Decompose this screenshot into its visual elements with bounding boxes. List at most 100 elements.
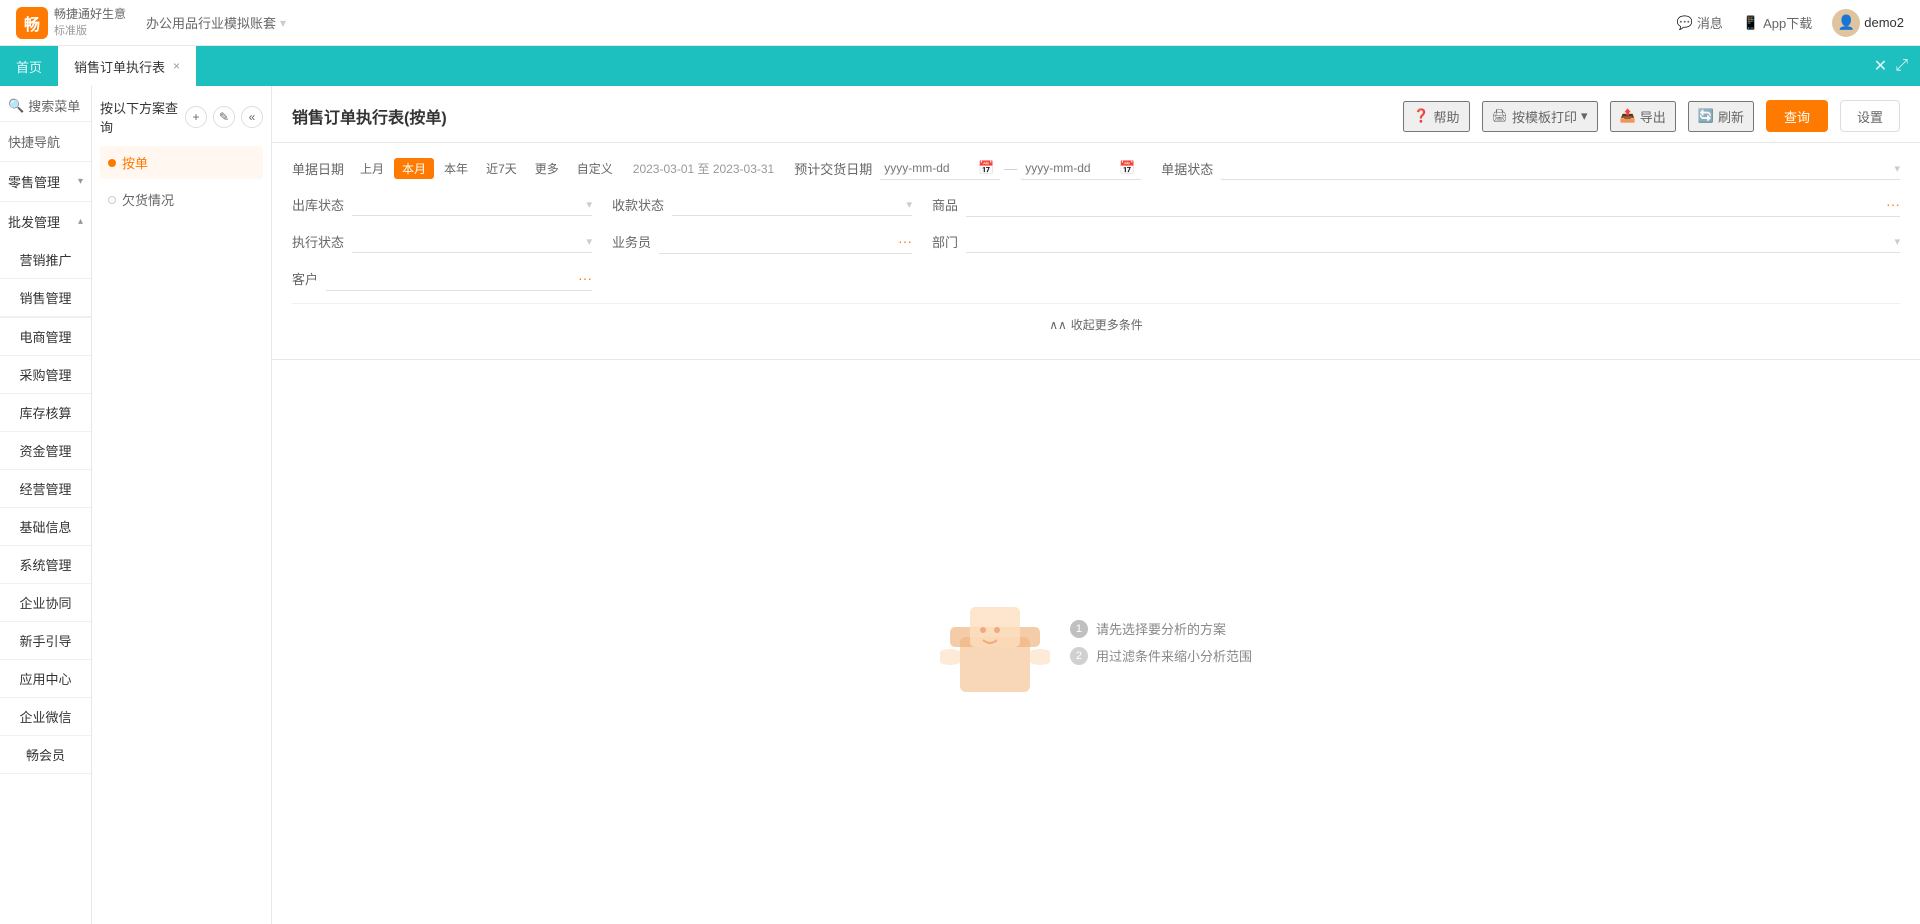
refresh-icon: 🔄 (1698, 108, 1714, 124)
sidebar-item-wechat[interactable]: 企业微信 (0, 698, 91, 736)
chevron-down-icon: ▾ (1894, 235, 1900, 248)
sidebar-section-retail: 零售管理 ▾ (0, 162, 91, 202)
scheme-item-debt[interactable]: 欠货情况 (100, 183, 263, 216)
chevron-down-icon: ▾ (586, 235, 592, 248)
content-area: 按以下方案查询 + ✎ « 按单 欠货情况 (92, 86, 1920, 924)
filter-payment-status: 收款状态 ▾ (612, 194, 912, 216)
date-tab-custom[interactable]: 自定义 (569, 158, 621, 179)
expected-date-to-input[interactable] (1025, 161, 1115, 175)
left-panel-actions: + ✎ « (185, 106, 263, 128)
doc-status-select[interactable]: ▾ (1221, 158, 1900, 180)
tab-bar-expand-btn[interactable]: ⤢ (1895, 57, 1908, 75)
sidebar-item-marketing[interactable]: 营销推广 (0, 241, 91, 279)
query-btn[interactable]: 查询 (1766, 100, 1828, 132)
breadcrumb-dropdown-icon[interactable]: ▾ (280, 16, 286, 30)
empty-hint-1: 1 请先选择要分析的方案 (1070, 619, 1252, 638)
hint-number-2: 2 (1070, 647, 1088, 665)
chevron-down-icon: ▾ (586, 198, 592, 211)
add-scheme-btn[interactable]: + (185, 106, 207, 128)
help-btn[interactable]: ❓ 帮助 (1403, 101, 1469, 132)
sidebar-item-app-center[interactable]: 应用中心 (0, 660, 91, 698)
date-tabs: 上月 本月 本年 近7天 更多 自定义 (352, 158, 621, 179)
sidebar-item-finance[interactable]: 资金管理 (0, 432, 91, 470)
expected-date-from[interactable]: 📅 (880, 157, 1000, 180)
filter-area: 单据日期 上月 本月 本年 近7天 更多 自定义 2023-03-01 至 20… (272, 143, 1920, 360)
filter-row-2: 出库状态 ▾ 收款状态 ▾ 商品 ··· (292, 192, 1900, 217)
sidebar-item-basic-info[interactable]: 基础信息 (0, 508, 91, 546)
sidebar-item-newbie[interactable]: 新手引导 (0, 622, 91, 660)
page-actions: ❓ 帮助 🖨 按模板打印 ▾ 📤 导出 🔄 刷新 (1403, 100, 1900, 132)
sidebar-search[interactable]: 🔍 搜索菜单 (0, 86, 91, 122)
date-filter-control: 上月 本月 本年 近7天 更多 自定义 2023-03-01 至 2023-03… (352, 158, 774, 179)
collapse-panel-btn[interactable]: « (241, 106, 263, 128)
logo-area: 畅 畅捷通好生意 标准版 (16, 7, 126, 39)
tab-close-btn[interactable]: × (173, 59, 180, 73)
page-header: 销售订单执行表(按单) ❓ 帮助 🖨 按模板打印 ▾ 📤 导出 (272, 86, 1920, 143)
sidebar-item-ecommerce[interactable]: 电商管理 (0, 318, 91, 356)
expected-date-to[interactable]: 📅 (1021, 157, 1141, 180)
goods-input-control: ··· (966, 192, 1900, 217)
exec-status-select[interactable]: ▾ (352, 231, 592, 253)
dept-select[interactable]: ▾ (966, 231, 1900, 253)
scheme-item-active[interactable]: 按单 (100, 146, 263, 179)
edit-icon: ✎ (219, 110, 229, 124)
filter-row-3: 执行状态 ▾ 业务员 ··· 部门 ▾ (292, 229, 1900, 254)
search-icon: 🔍 (8, 98, 24, 114)
sidebar-item-purchase[interactable]: 采购管理 (0, 356, 91, 394)
calendar-icon-from: 📅 (978, 160, 994, 176)
empty-state: 1 请先选择要分析的方案 2 用过滤条件来缩小分析范围 (272, 360, 1920, 924)
sidebar-item-system[interactable]: 系统管理 (0, 546, 91, 584)
date-tab-7days[interactable]: 近7天 (478, 158, 525, 179)
customer-more-btn[interactable]: ··· (578, 270, 592, 286)
top-bar-left: 畅 畅捷通好生意 标准版 办公用品行业模拟账套 ▾ (16, 7, 286, 39)
tab-active[interactable]: 销售订单执行表 × (58, 46, 196, 86)
top-bar-right: 💬 消息 📱 App下载 👤 demo2 (1677, 9, 1904, 37)
goods-more-btn[interactable]: ··· (1886, 196, 1900, 212)
export-icon: 📤 (1620, 108, 1636, 124)
filter-date: 单据日期 上月 本月 本年 近7天 更多 自定义 2023-03-01 至 20… (292, 158, 774, 179)
print-btn[interactable]: 🖨 按模板打印 ▾ (1482, 101, 1598, 132)
date-tab-more[interactable]: 更多 (527, 158, 567, 179)
calendar-icon-to: 📅 (1119, 160, 1135, 176)
sidebar-item-retail[interactable]: 零售管理 ▾ (0, 162, 91, 201)
edit-scheme-btn[interactable]: ✎ (213, 106, 235, 128)
export-btn[interactable]: 📤 导出 (1610, 101, 1676, 132)
tab-home[interactable]: 首页 (0, 46, 58, 86)
date-tab-current-year[interactable]: 本年 (436, 158, 476, 179)
print-dropdown-icon: ▾ (1581, 108, 1588, 124)
user-action[interactable]: 👤 demo2 (1832, 9, 1904, 37)
sidebar-item-sales[interactable]: 销售管理 (0, 279, 91, 317)
logo-icon: 畅 (16, 7, 48, 39)
sidebar-item-wholesale[interactable]: 批发管理 ▴ (0, 202, 91, 241)
refresh-btn[interactable]: 🔄 刷新 (1688, 101, 1754, 132)
message-action[interactable]: 💬 消息 (1677, 13, 1723, 32)
delivery-status-select[interactable]: ▾ (352, 194, 592, 216)
date-tab-prev-month[interactable]: 上月 (352, 158, 392, 179)
left-panel-header: 按以下方案查询 + ✎ « (100, 98, 263, 136)
payment-status-select[interactable]: ▾ (672, 194, 912, 216)
collapse-btn[interactable]: ∧∧ 收起更多条件 (1037, 312, 1155, 337)
sidebar-item-inventory[interactable]: 库存核算 (0, 394, 91, 432)
date-tab-current-month[interactable]: 本月 (394, 158, 434, 179)
scheme-dot-other (108, 196, 116, 204)
expected-date-from-input[interactable] (884, 161, 974, 175)
hint-number-1: 1 (1070, 620, 1088, 638)
sidebar-item-operations[interactable]: 经营管理 (0, 470, 91, 508)
filter-dept: 部门 ▾ (932, 231, 1900, 253)
app-download-action[interactable]: 📱 App下载 (1743, 13, 1812, 32)
settings-btn[interactable]: 设置 (1840, 100, 1900, 132)
print-icon: 🖨 (1492, 108, 1509, 124)
salesperson-more-btn[interactable]: ··· (898, 233, 912, 249)
sidebar-item-member[interactable]: 畅会员 (0, 736, 91, 774)
tab-bar-close-btn[interactable]: ✕ (1874, 56, 1887, 76)
tab-bar: 首页 销售订单执行表 × ✕ ⤢ (0, 46, 1920, 86)
sidebar-item-enterprise[interactable]: 企业协同 (0, 584, 91, 622)
download-icon: 📱 (1743, 15, 1759, 31)
expected-date-range: 📅 — 📅 (880, 157, 1141, 180)
filter-goods: 商品 ··· (932, 192, 1900, 217)
sidebar-quick-nav[interactable]: 快捷导航 (0, 122, 91, 162)
sidebar: 🔍 搜索菜单 快捷导航 零售管理 ▾ 批发管理 ▴ 营销推广 销售管理 电商管理… (0, 86, 92, 924)
filter-delivery-status: 出库状态 ▾ (292, 194, 592, 216)
filter-row-1: 单据日期 上月 本月 本年 近7天 更多 自定义 2023-03-01 至 20… (292, 157, 1900, 180)
top-bar: 畅 畅捷通好生意 标准版 办公用品行业模拟账套 ▾ 💬 消息 📱 App下载 👤… (0, 0, 1920, 46)
